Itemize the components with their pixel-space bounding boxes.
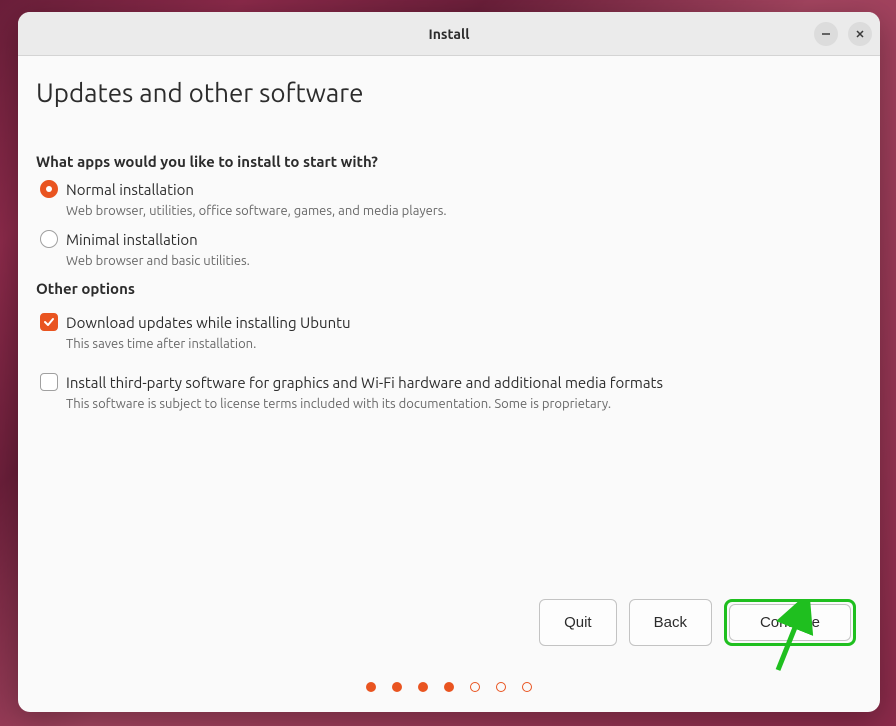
third-party-desc: This software is subject to license term… [66,397,862,411]
continue-highlight: Continue [724,599,856,646]
installer-window: Install Updates and other software What … [18,12,880,712]
normal-install-desc: Web browser, utilities, office software,… [66,204,862,218]
progress-dot [418,682,428,692]
checkbox-icon [40,313,58,331]
progress-dot [496,682,506,692]
minimal-install-desc: Web browser and basic utilities. [66,254,862,268]
download-updates-label: Download updates while installing Ubuntu [66,314,351,331]
titlebar-buttons [814,22,872,46]
third-party-option[interactable]: Install third-party software for graphic… [40,373,862,391]
download-updates-desc: This saves time after installation. [66,337,862,351]
progress-dot [366,682,376,692]
checkbox-icon [40,373,58,391]
progress-dot [392,682,402,692]
normal-install-label: Normal installation [66,181,194,198]
minimal-install-option[interactable]: Minimal installation [40,230,862,248]
progress-dot [444,682,454,692]
page-title: Updates and other software [36,78,862,107]
window-title: Install [429,26,470,42]
titlebar: Install [18,12,880,56]
back-button[interactable]: Back [629,599,712,646]
apps-question-label: What apps would you like to install to s… [36,153,862,170]
button-row: Quit Back Continue [36,599,862,654]
continue-button[interactable]: Continue [729,604,851,641]
minimize-button[interactable] [814,22,838,46]
progress-dots [36,654,862,712]
third-party-label: Install third-party software for graphic… [66,374,663,391]
other-options-label: Other options [36,280,862,297]
progress-dot [470,682,480,692]
radio-icon [40,180,58,198]
radio-icon [40,230,58,248]
progress-dot [522,682,532,692]
minimal-install-label: Minimal installation [66,231,198,248]
close-button[interactable] [848,22,872,46]
content-area: Updates and other software What apps wou… [18,56,880,712]
quit-button[interactable]: Quit [539,599,617,646]
normal-install-option[interactable]: Normal installation [40,180,862,198]
download-updates-option[interactable]: Download updates while installing Ubuntu [40,313,862,331]
